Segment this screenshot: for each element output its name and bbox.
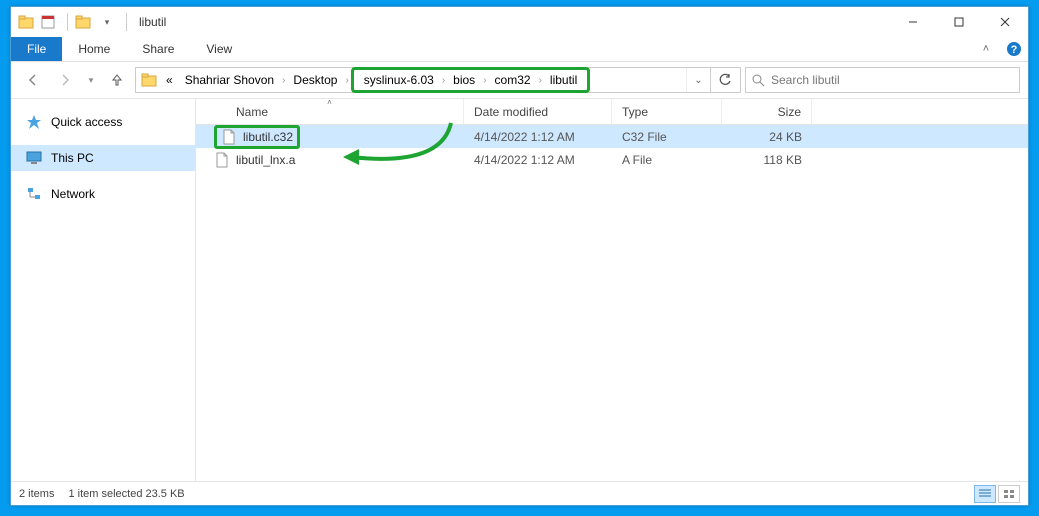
- folder-small-icon[interactable]: [74, 13, 92, 31]
- refresh-button[interactable]: [710, 68, 738, 92]
- chevron-right-icon: ›: [280, 75, 287, 86]
- details-view-button[interactable]: [974, 485, 996, 503]
- pc-icon: [25, 149, 43, 167]
- minimize-button[interactable]: [890, 7, 936, 37]
- folder-icon: [17, 13, 35, 31]
- chevron-right-icon: ›: [440, 75, 447, 86]
- file-size: 24 KB: [722, 130, 812, 144]
- sidebar-item-network[interactable]: Network: [11, 181, 195, 207]
- status-bar: 2 items 1 item selected 23.5 KB: [11, 481, 1028, 505]
- breadcrumb-item[interactable]: libutil: [544, 70, 583, 90]
- search-icon: [752, 74, 765, 87]
- file-icon: [221, 129, 237, 145]
- main-area: Quick access This PC Network ˄Name Date …: [11, 98, 1028, 481]
- help-icon[interactable]: ?: [1000, 37, 1028, 61]
- breadcrumb-item[interactable]: com32: [489, 70, 537, 90]
- separator: [126, 13, 127, 31]
- tab-home[interactable]: Home: [62, 37, 126, 61]
- file-type: A File: [612, 153, 722, 167]
- network-icon: [25, 185, 43, 203]
- address-dropdown-icon[interactable]: ⌄: [686, 68, 710, 92]
- large-icons-view-button[interactable]: [998, 485, 1020, 503]
- forward-button[interactable]: [51, 66, 79, 94]
- sidebar-item-label: Quick access: [51, 115, 122, 129]
- content-pane: ˄Name Date modified Type Size libutil.c3…: [196, 99, 1028, 481]
- titlebar: ▾ libutil: [11, 7, 1028, 37]
- properties-icon[interactable]: [39, 13, 57, 31]
- highlighted-path: syslinux-6.03› bios› com32› libutil: [351, 67, 590, 93]
- column-size[interactable]: Size: [722, 99, 812, 124]
- sidebar-item-quick-access[interactable]: Quick access: [11, 109, 195, 135]
- sidebar-item-this-pc[interactable]: This PC: [11, 145, 195, 171]
- breadcrumb-item[interactable]: syslinux-6.03: [358, 70, 440, 90]
- file-tab[interactable]: File: [11, 37, 62, 61]
- address-row: ▾ « Shahriar Shovon› Desktop› syslinux-6…: [11, 62, 1028, 98]
- file-name: libutil.c32: [243, 130, 293, 144]
- search-placeholder: Search libutil: [771, 73, 840, 87]
- ribbon-collapse-icon[interactable]: ˄: [972, 37, 1000, 61]
- separator: [67, 13, 68, 31]
- search-input[interactable]: Search libutil: [745, 67, 1020, 93]
- nav-pane: Quick access This PC Network: [11, 99, 196, 481]
- explorer-window: ▾ libutil File Home Share View ˄ ? ▾ « S…: [10, 6, 1029, 506]
- breadcrumb-item[interactable]: Shahriar Shovon: [179, 68, 280, 92]
- ribbon: File Home Share View ˄ ?: [11, 37, 1028, 62]
- address-bar[interactable]: « Shahriar Shovon› Desktop› syslinux-6.0…: [135, 67, 741, 93]
- file-date: 4/14/2022 1:12 AM: [464, 153, 612, 167]
- chevron-down-icon[interactable]: ▾: [98, 13, 116, 31]
- up-button[interactable]: [103, 66, 131, 94]
- window-title: libutil: [139, 15, 166, 29]
- tab-share[interactable]: Share: [126, 37, 190, 61]
- sidebar-item-label: Network: [51, 187, 95, 201]
- view-buttons: [974, 485, 1020, 503]
- breadcrumb-item[interactable]: bios: [447, 70, 481, 90]
- tab-view[interactable]: View: [190, 37, 248, 61]
- file-size: 118 KB: [722, 153, 812, 167]
- item-count: 2 items: [19, 488, 54, 500]
- recent-dropdown-icon[interactable]: ▾: [83, 66, 99, 94]
- breadcrumb-item[interactable]: Desktop: [287, 68, 343, 92]
- column-date[interactable]: Date modified: [464, 99, 612, 124]
- file-type: C32 File: [612, 130, 722, 144]
- breadcrumb-overflow[interactable]: «: [160, 68, 179, 92]
- column-type[interactable]: Type: [612, 99, 722, 124]
- column-name[interactable]: ˄Name: [196, 99, 464, 124]
- chevron-right-icon: ›: [537, 75, 544, 86]
- folder-icon: [138, 72, 160, 88]
- quick-access-toolbar: ▾: [39, 13, 131, 31]
- sort-asc-icon: ˄: [327, 98, 332, 107]
- back-button[interactable]: [19, 66, 47, 94]
- file-date: 4/14/2022 1:12 AM: [464, 130, 612, 144]
- window-controls: [890, 7, 1028, 37]
- column-headers: ˄Name Date modified Type Size: [196, 99, 1028, 125]
- table-row[interactable]: libutil.c32 4/14/2022 1:12 AM C32 File 2…: [196, 125, 1028, 148]
- table-row[interactable]: libutil_lnx.a 4/14/2022 1:12 AM A File 1…: [196, 148, 1028, 171]
- sidebar-item-label: This PC: [51, 151, 94, 165]
- file-name: libutil_lnx.a: [236, 153, 295, 167]
- close-button[interactable]: [982, 7, 1028, 37]
- star-icon: [25, 113, 43, 131]
- file-icon: [214, 152, 230, 168]
- maximize-button[interactable]: [936, 7, 982, 37]
- selection-info: 1 item selected 23.5 KB: [68, 488, 184, 500]
- chevron-right-icon: ›: [481, 75, 488, 86]
- chevron-right-icon: ›: [343, 75, 350, 86]
- file-list: libutil.c32 4/14/2022 1:12 AM C32 File 2…: [196, 125, 1028, 481]
- svg-text:?: ?: [1011, 44, 1018, 56]
